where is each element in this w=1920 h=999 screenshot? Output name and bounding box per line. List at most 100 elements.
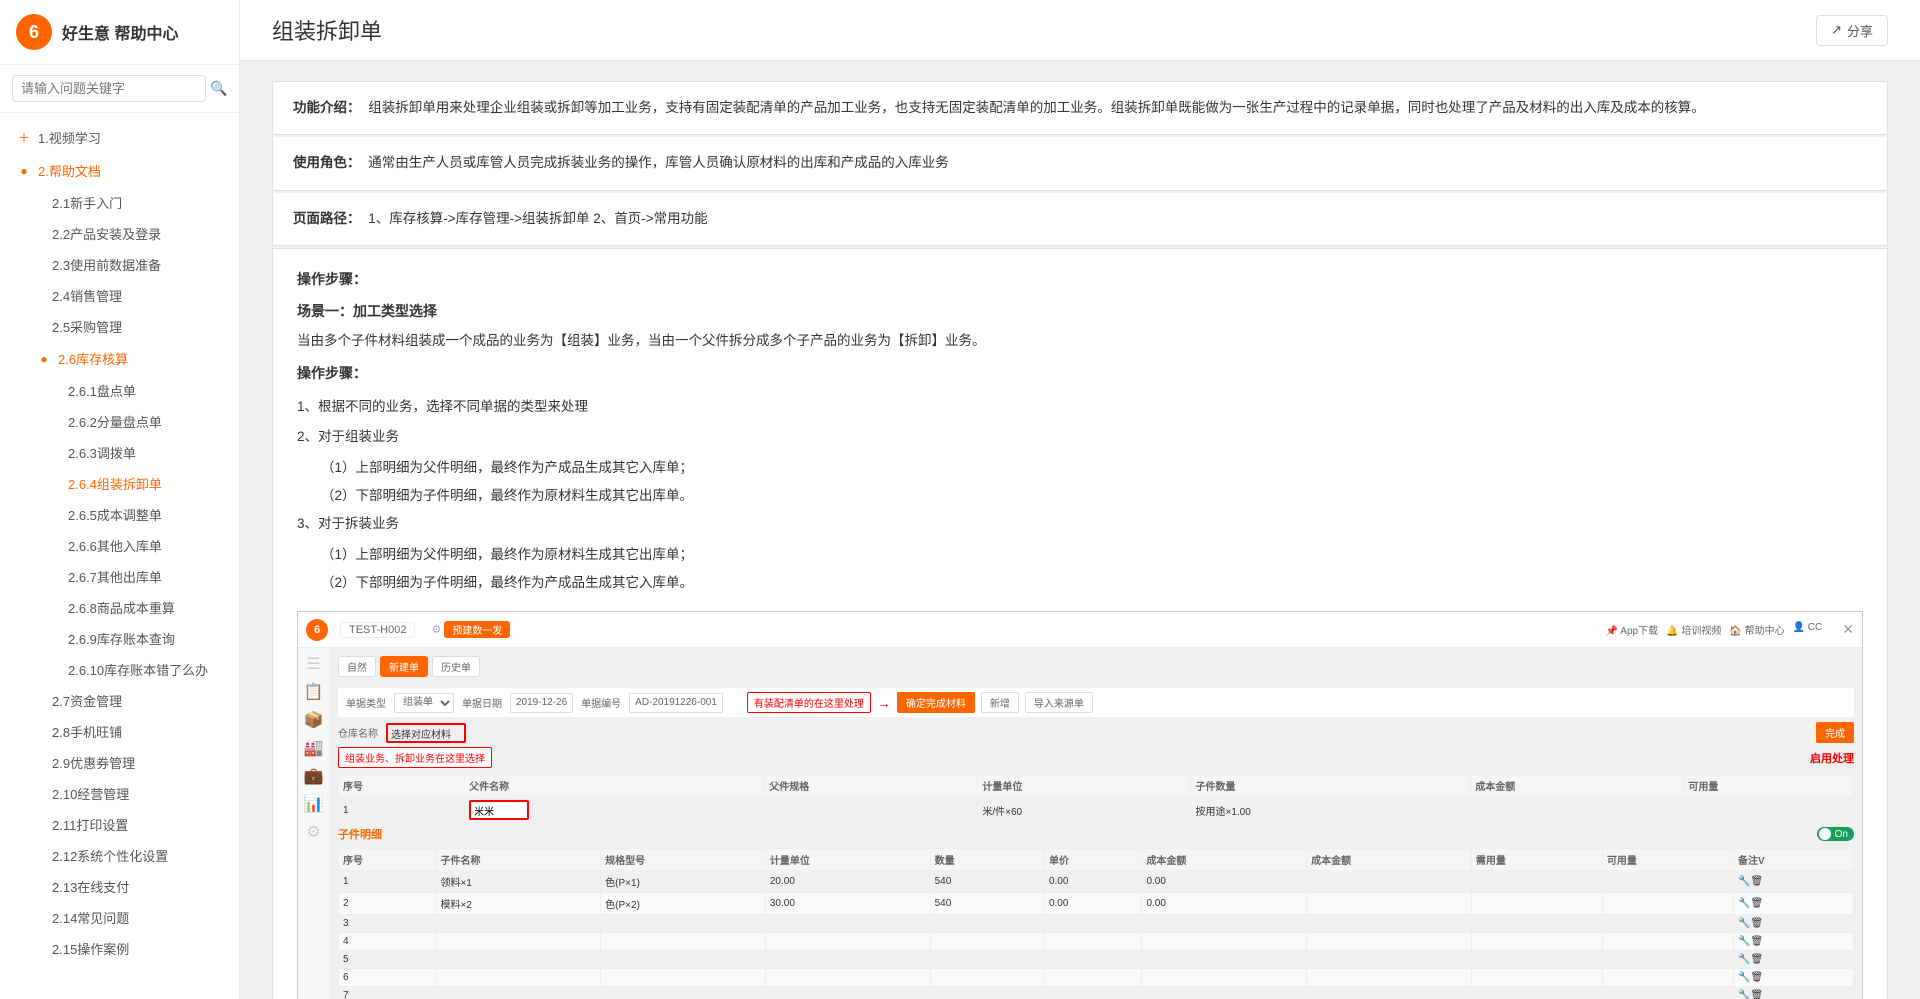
search-button[interactable]: 🔍 [210, 80, 227, 97]
sc-annotation2-area: 组装业务、拆卸业务在这里选择 启用处理 [338, 747, 1854, 768]
table-row: 1 领料×1 色(P×1) 20.00 540 0.00 0.00 [339, 871, 1854, 893]
sc-warehouse-field[interactable]: 选择对应材料 [386, 723, 466, 743]
sc-reload-btns: ⚙ 预建数一发 [431, 621, 510, 638]
table-row: 1 米/件×60 按用途×1.00 [339, 797, 1854, 824]
sc-tabs: 自然 新建单 历史单 [338, 656, 1854, 682]
sc-app-logo: 6 [306, 619, 328, 641]
sidebar-item-video[interactable]: ＋ 1.视频学习 [0, 121, 239, 154]
sc-confirm-btn[interactable]: 确定完成材料 [897, 692, 975, 713]
sidebar-item-docs[interactable]: ● 2.帮助文档 2.1新手入门 2.2产品安装及登录 2.3使用前数据准备 2… [0, 154, 239, 964]
path-section: 页面路径： 1、库存核算->库存管理->组装拆卸单 2、首页->常用功能 [272, 193, 1888, 246]
sidebar-item-s268[interactable]: 2.6.8商品成本重算 [52, 592, 239, 623]
screenshot-area: 6 TEST-H002 ⚙ 预建数一发 📌 App下载 🔔 培训视频 🏠 帮助中… [297, 611, 1863, 999]
sidebar-item-s265[interactable]: 2.6.5成本调整单 [52, 499, 239, 530]
table-row: 7 🔧🗑 [339, 987, 1854, 999]
sc-confirm-btn-area: 完成 [1816, 722, 1854, 743]
sidebar-item-s267[interactable]: 2.6.7其他出库单 [52, 561, 239, 592]
sidebar-item-s212[interactable]: 2.12系统个性化设置 [36, 840, 239, 871]
sc-switch[interactable]: On [1817, 827, 1854, 841]
sidebar-item-s263[interactable]: 2.6.3调拨单 [52, 437, 239, 468]
sc-lower-table-label: 子件明细 [338, 826, 382, 842]
table-row: 5 🔧🗑 [339, 951, 1854, 969]
path-text: 1、库存核算->库存管理->组装拆卸单 2、首页->常用功能 [368, 211, 707, 226]
sc-add-row-btn[interactable]: 新增 [981, 692, 1019, 713]
sc-info-row: 单据类型 组装单 单据日期 2019-12-26 单据编号 AD-2019122… [338, 688, 1854, 718]
share-button[interactable]: ↗ 分享 [1816, 15, 1888, 46]
sidebar-sub-nav: 2.1新手入门 2.2产品安装及登录 2.3使用前数据准备 2.4销售管理 2.… [0, 187, 239, 964]
sc-tab-new[interactable]: 新建单 [380, 656, 428, 677]
table-row: 4 🔧🗑 [339, 933, 1854, 951]
step3: 3、对于拆装业务 [297, 512, 1863, 536]
sc-docno-field: AD-20191226-001 [629, 693, 723, 713]
sidebar-item-s264[interactable]: 2.6.4组装拆卸单 [52, 468, 239, 499]
ops-content: 操作步骤： 场景一：加工类型选择 当由多个子件材料组装成一个成品的业务为【组装】… [272, 248, 1888, 999]
sc-upper-table: 序号 父件名称 父件规格 计量单位 子件数量 成本金额 可用量 [338, 774, 1854, 824]
plus-icon: ＋ [16, 130, 32, 146]
sidebar-item-s29[interactable]: 2.9优惠券管理 [36, 747, 239, 778]
sidebar-item-s266[interactable]: 2.6.6其他入库单 [52, 530, 239, 561]
sidebar-item-s214[interactable]: 2.14常见问题 [36, 902, 239, 933]
sc-annotation4-text: 启用处理 [1810, 750, 1854, 766]
sidebar-item-s26[interactable]: ● 2.6库存核算 [36, 342, 239, 375]
sidebar-item-s21[interactable]: 2.1新手入门 [36, 187, 239, 218]
intro-label: 功能介绍： [293, 100, 361, 115]
minus-icon: ● [16, 163, 32, 179]
sc-sidebar: ☰ 📋 📦 🏭 💼 📊 ⚙ [298, 648, 330, 999]
sidebar-item-s26-wrap: ● 2.6库存核算 2.6.1盘点单 2.6.2分量盘点单 2.6.3调拨单 2… [36, 342, 239, 685]
sc-import-btn[interactable]: 导入来源单 [1025, 692, 1093, 713]
sc-form-area: 自然 新建单 历史单 单据类型 组装单 单据日期 20 [330, 648, 1862, 999]
sc-annotation1-area: 有装配清单的在这里处理 → 确定完成材料 新增 导入来源单 [747, 692, 1093, 713]
step2-1: （1）上部明细为父件明细，最终作为产成品生成其它入库单； [321, 456, 1863, 480]
table-row: 3 🔧🗑 [339, 915, 1854, 933]
sc-date-field: 2019-12-26 [510, 693, 573, 713]
main-header: 组装拆卸单 ↗ 分享 [240, 0, 1920, 61]
sc-upper-table-area: 序号 父件名称 父件规格 计量单位 子件数量 成本金额 可用量 [338, 774, 1854, 824]
sc-confirm-btn2[interactable]: 完成 [1816, 722, 1854, 743]
sc-close-icon: ✕ [1842, 621, 1854, 638]
sidebar-subsub-nav: 2.6.1盘点单 2.6.2分量盘点单 2.6.3调拨单 2.6.4组装拆卸单 … [36, 375, 239, 685]
page-title: 组装拆卸单 [272, 14, 382, 46]
search-input[interactable] [12, 75, 206, 102]
sidebar-item-s262[interactable]: 2.6.2分量盘点单 [52, 406, 239, 437]
step2: 2、对于组装业务 [297, 425, 1863, 449]
sc-top-icons: 📌 App下载 🔔 培训视频 🏠 帮助中心 👤 CC [1606, 622, 1823, 637]
sc-tab-natural[interactable]: 自然 [338, 656, 376, 677]
step3-1: （1）上部明细为父件明细，最终作为原材料生成其它出库单； [321, 543, 1863, 567]
app-logo-text: 好生意 帮助中心 [62, 20, 178, 44]
sidebar-item-s261[interactable]: 2.6.1盘点单 [52, 375, 239, 406]
sidebar-item-s24[interactable]: 2.4销售管理 [36, 280, 239, 311]
sc-switch-area: On [1817, 827, 1854, 841]
steps-title: 操作步骤： [297, 363, 1863, 383]
sc-type-select[interactable]: 组装单 [394, 693, 454, 713]
sidebar-item-s210[interactable]: 2.10经营管理 [36, 778, 239, 809]
sidebar: 6 好生意 帮助中心 🔍 ＋ 1.视频学习 ● 2.帮助文档 2.1新手入门 2… [0, 0, 240, 999]
role-label: 使用角色： [293, 155, 361, 170]
sc-url-bar: TEST-H002 [340, 622, 415, 638]
sc-parent-name-input[interactable] [469, 800, 529, 820]
sc-lower-table-header: 子件明细 On [338, 826, 1854, 842]
sidebar-item-s269[interactable]: 2.6.9库存账本查询 [52, 623, 239, 654]
intro-text: 组装拆卸单用来处理企业组装或拆卸等加工业务，支持有固定装配清单的产品加工业务，也… [368, 100, 1705, 115]
intro-section: 功能介绍： 组装拆卸单用来处理企业组装或拆卸等加工业务，支持有固定装配清单的产品… [272, 81, 1888, 135]
sidebar-item-s2610[interactable]: 2.6.10库存账本错了么办 [52, 654, 239, 685]
step2-2: （2）下部明细为子件明细，最终作为原材料生成其它出库单。 [321, 484, 1863, 508]
sc-tab-history[interactable]: 历史单 [432, 656, 480, 677]
table-row: 2 模料×2 色(P×2) 30.00 540 0.00 0.00 [339, 893, 1854, 915]
sidebar-item-s215[interactable]: 2.15操作案例 [36, 933, 239, 964]
sc-sub-table: 序号 子件名称 规格型号 计量单位 数量 单价 成本金额 成本金额 需用量 [338, 848, 1854, 999]
sc-switch-knob [1819, 828, 1831, 840]
ops-title: 操作步骤： [297, 269, 1863, 289]
sidebar-item-s211[interactable]: 2.11打印设置 [36, 809, 239, 840]
sc-annotation1: 有装配清单的在这里处理 [747, 692, 871, 713]
sidebar-item-s25[interactable]: 2.5采购管理 [36, 311, 239, 342]
scene-title: 场景一：加工类型选择 [297, 301, 1863, 321]
sc-info-row2: 仓库名称 选择对应材料 完成 [338, 718, 1854, 747]
sidebar-item-s28[interactable]: 2.8手机旺铺 [36, 716, 239, 747]
sidebar-item-s22[interactable]: 2.2产品安装及登录 [36, 218, 239, 249]
app-logo-icon: 6 [16, 14, 52, 50]
path-label: 页面路径： [293, 211, 361, 226]
sidebar-item-s27[interactable]: 2.7资金管理 [36, 685, 239, 716]
role-section: 使用角色： 通常由生产人员或库管人员完成拆装业务的操作，库管人员确认原材料的出库… [272, 137, 1888, 190]
sidebar-item-s213[interactable]: 2.13在线支付 [36, 871, 239, 902]
sidebar-item-s23[interactable]: 2.3使用前数据准备 [36, 249, 239, 280]
